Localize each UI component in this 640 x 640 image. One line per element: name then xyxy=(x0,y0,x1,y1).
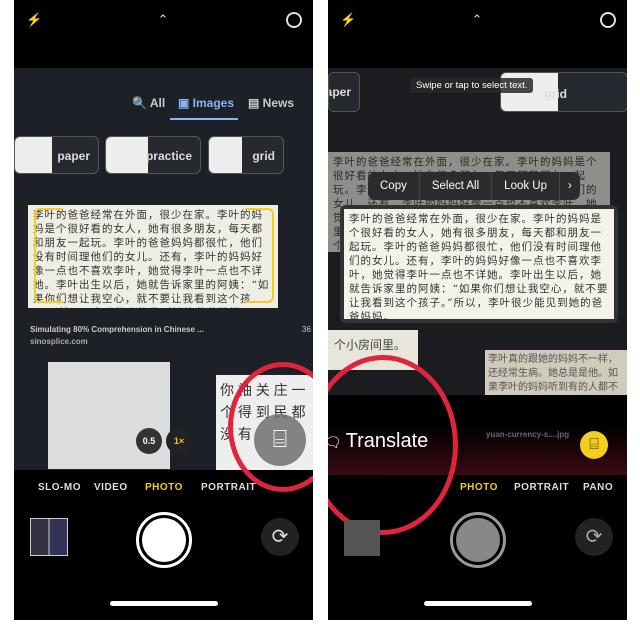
camera-screen-right: ⚡ ⌃ paper grid Swipe or tap to select te… xyxy=(328,0,627,620)
photo-thumbnail[interactable] xyxy=(30,518,68,556)
search-tab-news: ▤ News xyxy=(248,96,295,110)
menu-copy[interactable]: Copy xyxy=(368,172,420,200)
chip-grid: grid xyxy=(208,136,284,174)
tab-label: All xyxy=(149,96,166,110)
chip-label: paper xyxy=(329,85,351,99)
result-title: Simulating 80% Comprehension in Chinese … xyxy=(30,325,204,334)
flip-camera-icon[interactable]: ⟳ xyxy=(575,518,613,556)
mode-photo[interactable]: PHOTO xyxy=(145,482,183,493)
live-text-icon-active[interactable]: ⌸ xyxy=(580,431,608,459)
flash-icon[interactable]: ⚡ xyxy=(340,12,356,28)
shutter-button[interactable] xyxy=(136,512,192,568)
shutter-button[interactable] xyxy=(450,512,506,568)
mode-video[interactable]: VIDEO xyxy=(94,482,128,493)
mode-pano[interactable]: PANO xyxy=(583,482,613,493)
tab-label: Images xyxy=(192,96,235,110)
result-source: sinosplice.com xyxy=(30,337,88,346)
live-photo-icon[interactable] xyxy=(286,12,302,28)
menu-look-up[interactable]: Look Up xyxy=(492,172,561,200)
zoom-0.5-button[interactable]: 0.5 xyxy=(136,428,162,454)
side-text: 36 xyxy=(302,325,311,334)
mode-photo[interactable]: PHOTO xyxy=(460,482,498,493)
home-indicator xyxy=(424,601,532,606)
chip-paper: paper xyxy=(14,136,99,174)
camera-screen-left: ⚡ ⌃ 🔍 All ▣ Images ▤ News paper practice… xyxy=(14,0,313,620)
mode-portrait[interactable]: PORTRAIT xyxy=(514,482,569,493)
live-photo-icon[interactable] xyxy=(600,12,616,28)
mode-portrait[interactable]: PORTRAIT xyxy=(201,482,256,493)
menu-select-all[interactable]: Select All xyxy=(420,172,493,200)
context-menu: Copy Select All Look Up › xyxy=(368,172,580,200)
photo-thumbnail[interactable] xyxy=(344,520,380,556)
search-tab-images: ▣ Images xyxy=(178,96,235,110)
hint-text: Swipe or tap to select text. xyxy=(410,78,534,93)
image-caption: yuan-currency-s....jpg xyxy=(486,430,570,439)
tab-label: News xyxy=(262,96,295,110)
chevron-up-icon[interactable]: ⌃ xyxy=(469,12,485,28)
chip-label: practice xyxy=(145,149,192,163)
search-tab-all: 🔍 All xyxy=(132,96,166,110)
chip-label: grid xyxy=(252,149,275,163)
flip-camera-icon[interactable]: ⟳ xyxy=(261,518,299,556)
selection-overlay: 李叶的爸爸经常在外面，很少在家。李叶的妈妈是个很好看的女人，她有很多朋友，每天都… xyxy=(340,205,618,323)
chip-label: grid xyxy=(544,87,567,101)
detected-text-image: 李叶的爸爸经常在外面，很少在家。李叶的妈妈是个很好看的女人，她有很多朋友，每天都… xyxy=(28,205,278,308)
zoom-1x-button[interactable]: 1× xyxy=(166,428,192,454)
chip-label: paper xyxy=(57,149,90,163)
selected-text[interactable]: 李叶的爸爸经常在外面，很少在家。李叶的妈妈是个很好看的女人，她有很多朋友，每天都… xyxy=(344,209,614,319)
tab-underline xyxy=(170,118,238,120)
home-indicator xyxy=(110,601,218,606)
chevron-up-icon[interactable]: ⌃ xyxy=(155,12,171,28)
menu-more-chevron-icon[interactable]: › xyxy=(560,172,580,200)
flash-icon[interactable]: ⚡ xyxy=(26,12,42,28)
chip-paper: paper xyxy=(328,72,360,112)
chip-practice: practice xyxy=(105,136,201,174)
mode-slo-mo[interactable]: SLO-MO xyxy=(38,482,81,493)
